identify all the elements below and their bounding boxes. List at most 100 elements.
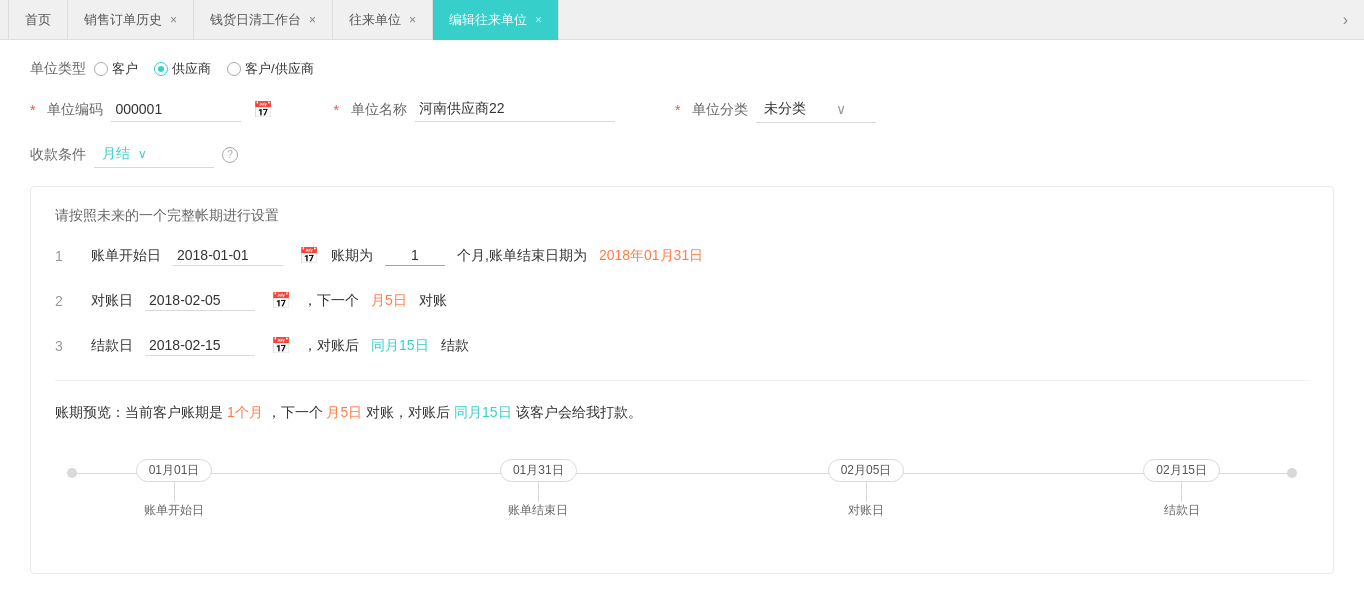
tab-edit-partner-label: 编辑往来单位 bbox=[449, 11, 527, 29]
timeline-node-2: 01月31日 账单结束日 bbox=[500, 459, 577, 519]
row-2-suffix-orange: 月5日 bbox=[371, 292, 407, 310]
row-3-num: 3 bbox=[55, 338, 79, 354]
preview-section: 账期预览：当前客户账期是 1个月 ，下一个 月5日 对账，对账后 同月15日 该… bbox=[55, 389, 1309, 423]
row-1-period-label: 账期为 bbox=[331, 247, 373, 265]
row-3-calendar-icon[interactable]: 📅 bbox=[271, 336, 291, 355]
close-partner-unit-icon[interactable]: × bbox=[409, 13, 416, 27]
timeline-node-4: 02月15日 结款日 bbox=[1143, 459, 1220, 519]
tab-scroll-arrow[interactable]: › bbox=[1335, 11, 1356, 29]
timeline-left-dot bbox=[67, 468, 77, 478]
node-3-badge: 02月05日 bbox=[828, 459, 905, 482]
row-1-period-end: 2018年01月31日 bbox=[599, 247, 703, 265]
unit-name-group: * 单位名称 bbox=[333, 97, 614, 122]
close-cash-work-icon[interactable]: × bbox=[309, 13, 316, 27]
row-3-suffix-after: 结款 bbox=[441, 337, 469, 355]
close-sales-history-icon[interactable]: × bbox=[170, 13, 177, 27]
row-2-label: 对账日 bbox=[91, 292, 133, 310]
unit-type-label: 单位类型 bbox=[30, 60, 86, 78]
row-2-suffix-before: ，下一个 bbox=[303, 292, 359, 310]
payment-condition-select[interactable]: 月结 ∨ bbox=[94, 141, 214, 168]
unit-code-star: * bbox=[30, 102, 35, 118]
node-4-label: 结款日 bbox=[1164, 502, 1200, 519]
setting-row-3: 3 结款日 📅 ，对账后 同月15日 结款 bbox=[55, 335, 1309, 356]
row-2-num: 2 bbox=[55, 293, 79, 309]
unit-name-label: 单位名称 bbox=[351, 101, 407, 119]
payment-condition-value: 月结 bbox=[102, 145, 130, 163]
row-3-suffix-cyan: 同月15日 bbox=[371, 337, 429, 355]
payment-condition-chevron-icon: ∨ bbox=[138, 147, 147, 161]
unit-classify-group: * 单位分类 未分类 ∨ bbox=[675, 96, 876, 123]
radio-supplier-label: 供应商 bbox=[172, 60, 211, 78]
unit-code-group: * 单位编码 📅 bbox=[30, 97, 273, 122]
row-1-period-input[interactable] bbox=[385, 245, 445, 266]
close-edit-partner-icon[interactable]: × bbox=[535, 13, 542, 27]
unit-classify-dropdown[interactable]: 未分类 ∨ bbox=[756, 96, 876, 123]
tab-bar: 首页 销售订单历史 × 钱货日清工作台 × 往来单位 × 编辑往来单位 × › bbox=[0, 0, 1364, 40]
row-2-suffix-after: 对账 bbox=[419, 292, 447, 310]
radio-supplier-btn[interactable] bbox=[154, 62, 168, 76]
row-1-period-unit: 个月,账单结束日期为 bbox=[457, 247, 587, 265]
unit-classify-label: 单位分类 bbox=[692, 101, 748, 119]
main-content: 单位类型 客户 供应商 客户/供应商 * 单位编码 bbox=[0, 40, 1364, 608]
row-2-date-input[interactable] bbox=[145, 290, 255, 311]
node-3-label: 对账日 bbox=[848, 502, 884, 519]
unit-code-label: 单位编码 bbox=[47, 101, 103, 119]
unit-classify-value: 未分类 bbox=[764, 100, 806, 118]
radio-both[interactable]: 客户/供应商 bbox=[227, 60, 314, 78]
node-3-vline bbox=[866, 482, 867, 502]
radio-customer-btn[interactable] bbox=[94, 62, 108, 76]
tab-cash-work[interactable]: 钱货日清工作台 × bbox=[194, 0, 333, 40]
tab-home[interactable]: 首页 bbox=[8, 0, 68, 40]
preview-part1: 1个月 bbox=[227, 404, 263, 420]
node-1-badge: 01月01日 bbox=[136, 459, 213, 482]
row-2-calendar-icon[interactable]: 📅 bbox=[271, 291, 291, 310]
node-4-vline bbox=[1181, 482, 1182, 502]
timeline-node-1: 01月01日 账单开始日 bbox=[136, 459, 213, 519]
settings-card: 请按照未来的一个完整帐期进行设置 1 账单开始日 📅 账期为 个月,账单结束日期… bbox=[30, 186, 1334, 574]
node-2-vline bbox=[538, 482, 539, 502]
unit-type-group: 单位类型 客户 供应商 客户/供应商 bbox=[30, 60, 314, 78]
node-4-badge: 02月15日 bbox=[1143, 459, 1220, 482]
unit-code-input[interactable] bbox=[111, 97, 241, 122]
preview-label: 账期预览：当前客户账期是 bbox=[55, 404, 223, 420]
radio-supplier[interactable]: 供应商 bbox=[154, 60, 211, 78]
payment-condition-label: 收款条件 bbox=[30, 146, 86, 164]
timeline-right-dot bbox=[1287, 468, 1297, 478]
preview-part2: ，下一个 bbox=[267, 404, 323, 420]
timeline-line bbox=[75, 473, 1289, 474]
node-2-label: 账单结束日 bbox=[508, 502, 568, 519]
unit-type-row: 单位类型 客户 供应商 客户/供应商 bbox=[30, 60, 1334, 78]
tab-partner-unit[interactable]: 往来单位 × bbox=[333, 0, 433, 40]
node-1-label: 账单开始日 bbox=[144, 502, 204, 519]
tab-cash-work-label: 钱货日清工作台 bbox=[210, 11, 301, 29]
radio-both-label: 客户/供应商 bbox=[245, 60, 314, 78]
node-2-badge: 01月31日 bbox=[500, 459, 577, 482]
row-1-date-input[interactable] bbox=[173, 245, 283, 266]
setting-row-1: 1 账单开始日 📅 账期为 个月,账单结束日期为 2018年01月31日 bbox=[55, 245, 1309, 266]
radio-both-btn[interactable] bbox=[227, 62, 241, 76]
unit-classify-star: * bbox=[675, 102, 680, 118]
radio-customer[interactable]: 客户 bbox=[94, 60, 138, 78]
timeline: 01月01日 账单开始日 01月31日 账单结束日 02月05日 对账日 bbox=[55, 443, 1309, 553]
unit-name-input[interactable] bbox=[415, 97, 615, 122]
tab-sales-history-label: 销售订单历史 bbox=[84, 11, 162, 29]
tab-edit-partner[interactable]: 编辑往来单位 × bbox=[433, 0, 559, 40]
preview-part4: 对账，对账后 bbox=[366, 404, 450, 420]
row-3-date-input[interactable] bbox=[145, 335, 255, 356]
payment-condition-row: 收款条件 月结 ∨ ? bbox=[30, 141, 1334, 168]
preview-part5: 同月15日 bbox=[454, 404, 512, 420]
tab-home-label: 首页 bbox=[25, 11, 51, 29]
row-1-label: 账单开始日 bbox=[91, 247, 161, 265]
row-1-num: 1 bbox=[55, 248, 79, 264]
help-icon[interactable]: ? bbox=[222, 147, 238, 163]
radio-customer-label: 客户 bbox=[112, 60, 138, 78]
preview-part3: 月5日 bbox=[326, 404, 362, 420]
row-1-calendar-icon[interactable]: 📅 bbox=[299, 246, 319, 265]
row-3-suffix-before: ，对账后 bbox=[303, 337, 359, 355]
classify-chevron-icon: ∨ bbox=[836, 101, 846, 117]
row-3-label: 结款日 bbox=[91, 337, 133, 355]
setting-row-2: 2 对账日 📅 ，下一个 月5日 对账 bbox=[55, 290, 1309, 311]
unit-code-calendar-icon[interactable]: 📅 bbox=[253, 100, 273, 119]
tab-sales-history[interactable]: 销售订单历史 × bbox=[68, 0, 194, 40]
payment-condition-group: 收款条件 月结 ∨ ? bbox=[30, 141, 238, 168]
